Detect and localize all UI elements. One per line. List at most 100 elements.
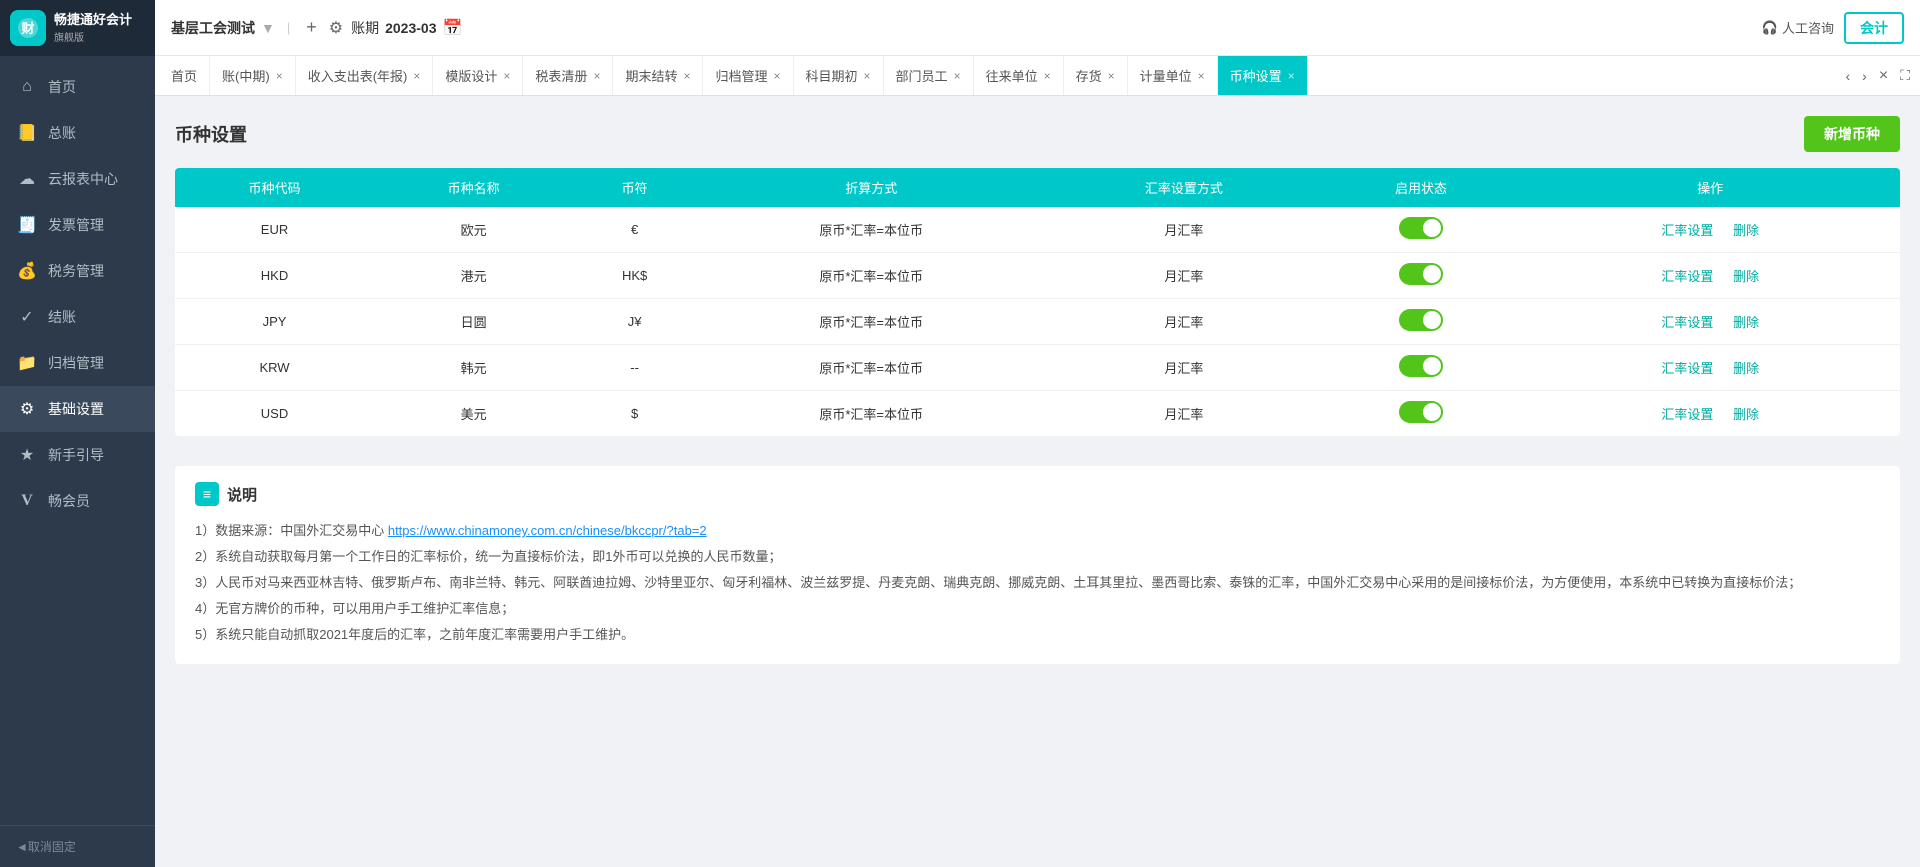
cell-name: 韩元 bbox=[374, 345, 573, 391]
tab-fullscreen-btn[interactable]: ⛶ bbox=[1894, 63, 1916, 88]
kuaiji-button[interactable]: 会计 bbox=[1844, 12, 1904, 44]
tab-template-close[interactable]: × bbox=[503, 69, 510, 83]
period-display: 账期 2023-03 📅 bbox=[351, 18, 462, 38]
currency-table: 币种代码 币种名称 币符 折算方式 汇率设置方式 启用状态 操作 EUR 欧元 … bbox=[175, 168, 1900, 436]
tab-period-end[interactable]: 期末结转 × bbox=[613, 56, 703, 96]
cell-status bbox=[1321, 391, 1520, 437]
tab-inventory[interactable]: 存货 × bbox=[1064, 56, 1128, 96]
cell-name: 美元 bbox=[374, 391, 573, 437]
tab-tax[interactable]: 税表清册 × bbox=[523, 56, 613, 96]
notes-icon: ≡ bbox=[195, 482, 219, 506]
rate-setting-link[interactable]: 汇率设置 bbox=[1661, 269, 1713, 284]
sidebar-item-reports[interactable]: ☁ 云报表中心 bbox=[0, 156, 155, 202]
rate-setting-link[interactable]: 汇率设置 bbox=[1661, 315, 1713, 330]
tab-unit-label: 计量单位 bbox=[1140, 66, 1192, 85]
sidebar-item-invoice[interactable]: 🧾 发票管理 bbox=[0, 202, 155, 248]
tab-dept[interactable]: 部门员工 × bbox=[884, 56, 974, 96]
tab-next-btn[interactable]: › bbox=[1856, 64, 1873, 88]
sidebar-item-member[interactable]: V 畅会员 bbox=[0, 478, 155, 524]
cell-actions: 汇率设置 删除 bbox=[1521, 207, 1900, 253]
cell-rate-type: 月汇率 bbox=[1046, 391, 1321, 437]
col-code: 币种代码 bbox=[175, 168, 374, 207]
tab-currency-close[interactable]: × bbox=[1288, 69, 1295, 83]
delete-link[interactable]: 删除 bbox=[1733, 223, 1759, 238]
member-icon: V bbox=[16, 490, 38, 512]
rate-setting-link[interactable]: 汇率设置 bbox=[1661, 223, 1713, 238]
tab-unit[interactable]: 计量单位 × bbox=[1128, 56, 1218, 96]
tab-inventory-close[interactable]: × bbox=[1108, 69, 1115, 83]
sidebar-item-checkout[interactable]: ✓ 结账 bbox=[0, 294, 155, 340]
notes-link[interactable]: https://www.chinamoney.com.cn/chinese/bk… bbox=[388, 523, 707, 538]
tab-counterparty[interactable]: 往来单位 × bbox=[974, 56, 1064, 96]
sidebar-item-archive[interactable]: 📁 归档管理 bbox=[0, 340, 155, 386]
checkout-icon: ✓ bbox=[16, 306, 38, 328]
topbar-settings-icon[interactable]: ⚙ bbox=[329, 18, 343, 38]
sidebar-pin-toggle[interactable]: ◄取消固定 bbox=[0, 825, 155, 867]
notes-section: ≡ 说明 1）数据来源：中国外汇交易中心 https://www.chinamo… bbox=[175, 466, 1900, 664]
tab-nav-buttons: ‹ › × ⛶ bbox=[1840, 63, 1917, 89]
tab-dept-close[interactable]: × bbox=[954, 69, 961, 83]
tab-period-close[interactable]: × bbox=[276, 69, 283, 83]
tab-archive-label: 归档管理 bbox=[715, 66, 767, 85]
table-row: HKD 港元 HK$ 原币*汇率=本位币 月汇率 汇率设置 删除 bbox=[175, 253, 1900, 299]
tab-prev-btn[interactable]: ‹ bbox=[1840, 64, 1857, 88]
cell-rate-type: 月汇率 bbox=[1046, 253, 1321, 299]
tab-counterparty-label: 往来单位 bbox=[986, 66, 1038, 85]
sidebar-label-guide: 新手引导 bbox=[48, 445, 104, 465]
sidebar-item-tax[interactable]: 💰 税务管理 bbox=[0, 248, 155, 294]
tabbar: 首页 账(中期) × 收入支出表(年报) × 模版设计 × 税表清册 × 期末结… bbox=[155, 56, 1920, 96]
svg-text:财: 财 bbox=[21, 21, 34, 36]
cell-calc: 原币*汇率=本位币 bbox=[696, 391, 1046, 437]
tab-tax-close[interactable]: × bbox=[593, 69, 600, 83]
delete-link[interactable]: 删除 bbox=[1733, 269, 1759, 284]
tab-home[interactable]: 首页 bbox=[159, 56, 210, 96]
toggle-enabled[interactable] bbox=[1399, 263, 1443, 285]
tab-template[interactable]: 模版设计 × bbox=[433, 56, 523, 96]
rate-setting-link[interactable]: 汇率设置 bbox=[1661, 407, 1713, 422]
tax-icon: 💰 bbox=[16, 260, 38, 282]
company-name: 基层工会测试 bbox=[171, 18, 255, 38]
tab-archive[interactable]: 归档管理 × bbox=[703, 56, 793, 96]
app-logo-text: 畅捷通好会计 旗舰版 bbox=[54, 12, 132, 44]
tab-currency[interactable]: 币种设置 × bbox=[1218, 56, 1308, 96]
cell-code: EUR bbox=[175, 207, 374, 253]
sidebar-label-tax: 税务管理 bbox=[48, 261, 104, 281]
tab-period[interactable]: 账(中期) × bbox=[210, 56, 296, 96]
sidebar-item-ledger[interactable]: 📒 总账 bbox=[0, 110, 155, 156]
page-title: 币种设置 bbox=[175, 121, 247, 147]
cell-status bbox=[1321, 345, 1520, 391]
tab-close-all-btn[interactable]: × bbox=[1873, 63, 1894, 89]
toggle-enabled[interactable] bbox=[1399, 217, 1443, 239]
delete-link[interactable]: 删除 bbox=[1733, 315, 1759, 330]
company-selector[interactable]: 基层工会测试 ▼ bbox=[171, 18, 275, 38]
sidebar-label-settings: 基础设置 bbox=[48, 399, 104, 419]
delete-link[interactable]: 删除 bbox=[1733, 407, 1759, 422]
calendar-icon[interactable]: 📅 bbox=[443, 18, 463, 38]
toggle-enabled[interactable] bbox=[1399, 309, 1443, 331]
sidebar-item-guide[interactable]: ★ 新手引导 bbox=[0, 432, 155, 478]
tab-annual-report-close[interactable]: × bbox=[413, 69, 420, 83]
rate-setting-link[interactable]: 汇率设置 bbox=[1661, 361, 1713, 376]
tab-subjects-close[interactable]: × bbox=[864, 69, 871, 83]
tab-inventory-label: 存货 bbox=[1076, 66, 1102, 85]
tab-period-label: 账(中期) bbox=[222, 66, 270, 85]
tab-annual-report[interactable]: 收入支出表(年报) × bbox=[296, 56, 434, 96]
toggle-enabled[interactable] bbox=[1399, 355, 1443, 377]
tab-period-end-close[interactable]: × bbox=[683, 69, 690, 83]
tab-counterparty-close[interactable]: × bbox=[1044, 69, 1051, 83]
cell-code: USD bbox=[175, 391, 374, 437]
page-header: 币种设置 新增币种 bbox=[175, 116, 1900, 152]
tab-unit-close[interactable]: × bbox=[1198, 69, 1205, 83]
add-company-btn[interactable]: + bbox=[302, 17, 321, 38]
consult-button[interactable]: 🎧 人工咨询 bbox=[1762, 18, 1834, 37]
tab-archive-close[interactable]: × bbox=[774, 69, 781, 83]
tab-subjects[interactable]: 科目期初 × bbox=[794, 56, 884, 96]
cell-code: HKD bbox=[175, 253, 374, 299]
delete-link[interactable]: 删除 bbox=[1733, 361, 1759, 376]
sidebar-item-settings[interactable]: ⚙ 基础设置 bbox=[0, 386, 155, 432]
sidebar-item-home[interactable]: ⌂ 首页 bbox=[0, 64, 155, 110]
toggle-enabled[interactable] bbox=[1399, 401, 1443, 423]
new-currency-button[interactable]: 新增币种 bbox=[1804, 116, 1900, 152]
notes-item: 4）无官方牌价的币种，可以用用户手工维护汇率信息； bbox=[195, 596, 1880, 622]
cell-symbol: HK$ bbox=[573, 253, 696, 299]
